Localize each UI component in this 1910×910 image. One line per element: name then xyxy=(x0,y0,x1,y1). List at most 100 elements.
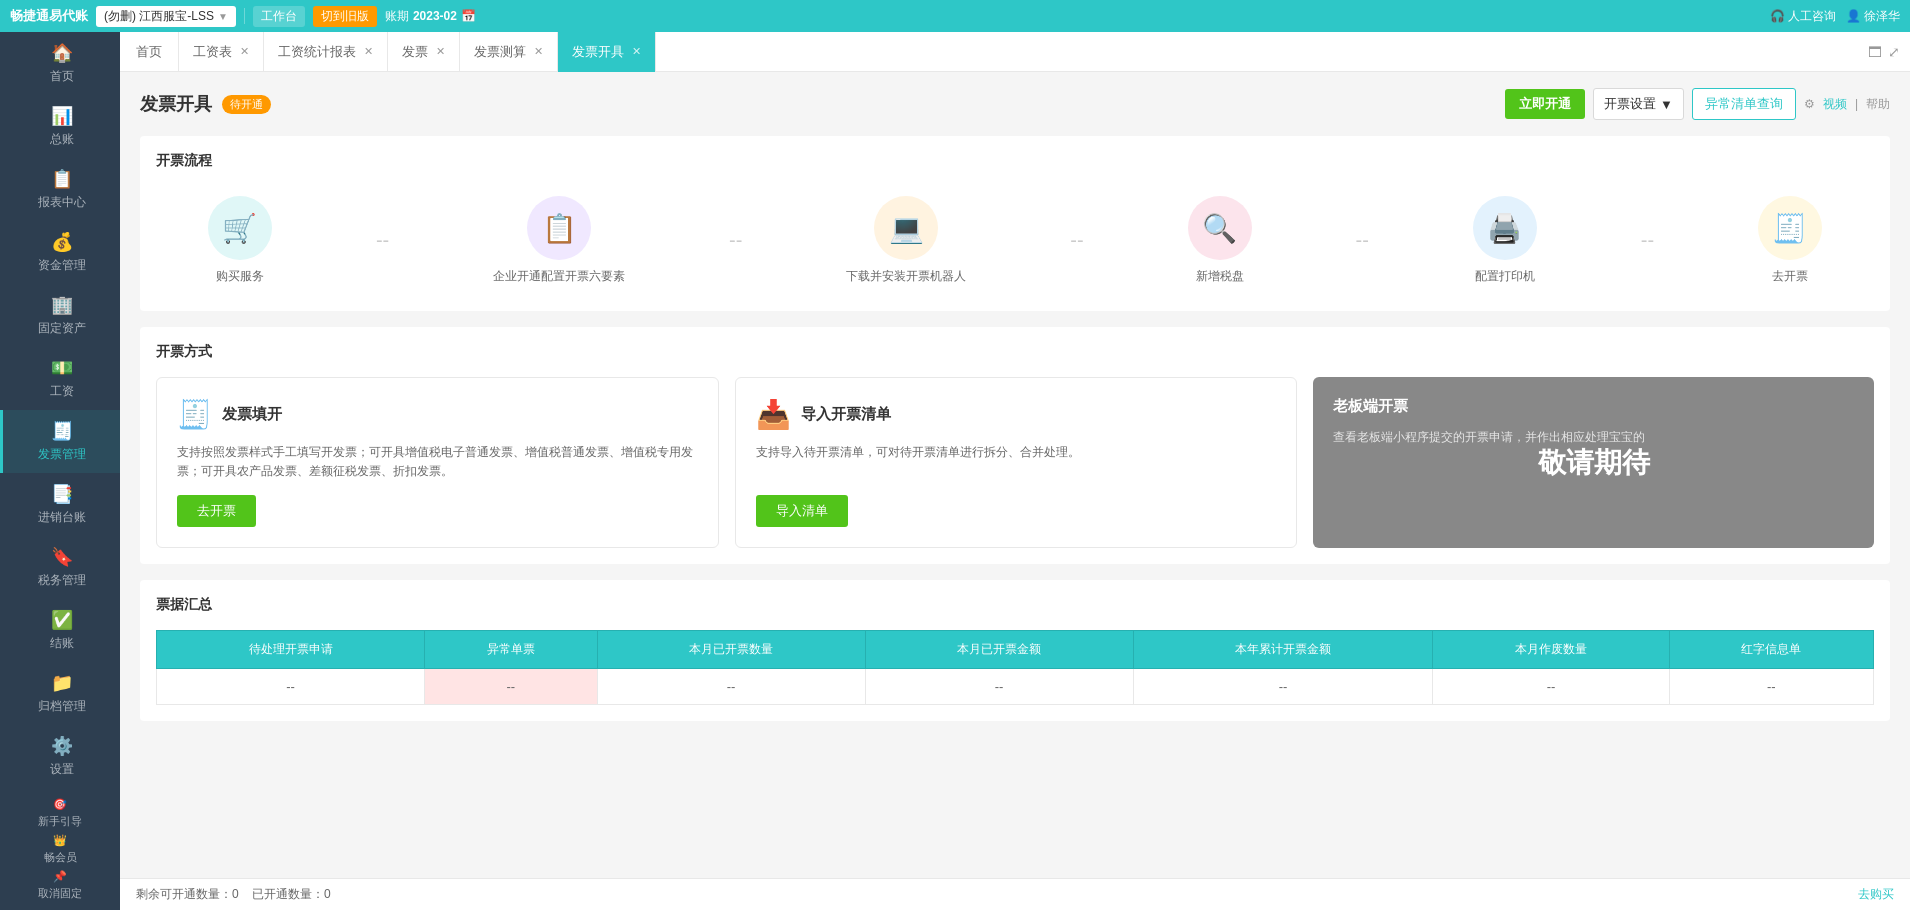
flow-step-2[interactable]: 📋 企业开通配置开票六要素 xyxy=(493,196,625,285)
step3-label: 下载并安装开票机器人 xyxy=(846,268,966,285)
pin-icon: 📌 xyxy=(53,870,67,883)
sidebar-item-invoice[interactable]: 🧾 发票管理 xyxy=(0,410,120,473)
step4-icon: 🔍 xyxy=(1188,196,1252,260)
fill-invoice-icon: 🧾 xyxy=(177,398,212,431)
content-area: 首页 工资表 ✕ 工资统计报表 ✕ 发票 ✕ 发票测算 ✕ 发票开具 ✕ xyxy=(120,32,1910,910)
remaining-quota: 剩余可开通数量：0 xyxy=(136,887,239,901)
ledger-icon: 📊 xyxy=(51,105,73,127)
tab-payroll-report[interactable]: 工资统计报表 ✕ xyxy=(264,32,388,72)
sidebar-item-home[interactable]: 🏠 首页 xyxy=(0,32,120,95)
tab-invoice-close[interactable]: ✕ xyxy=(436,45,445,58)
settings-button[interactable]: 开票设置 ▼ xyxy=(1593,88,1684,120)
fill-invoice-desc: 支持按照发票样式手工填写开发票；可开具增值税电子普通发票、增值税普通发票、增值税… xyxy=(177,443,698,481)
step2-icon: 📋 xyxy=(527,196,591,260)
open-now-button[interactable]: 立即开通 xyxy=(1505,89,1585,119)
reports-icon: 📋 xyxy=(51,168,73,190)
col-pending: 待处理开票申请 xyxy=(157,631,425,669)
settings-circle-icon: ⚙ xyxy=(1804,97,1815,111)
video-help-link[interactable]: 视频 xyxy=(1823,96,1847,113)
tab-invoice-issue-close[interactable]: ✕ xyxy=(632,45,641,58)
tab-invoice-calc-close[interactable]: ✕ xyxy=(534,45,543,58)
flow-step-5[interactable]: 🖨️ 配置打印机 xyxy=(1473,196,1537,285)
top-bar: 畅捷通易代账 (勿删) 江西服宝-LSS ▼ 工作台 切到旧版 账期 2023-… xyxy=(0,0,1910,32)
step2-label: 企业开通配置开票六要素 xyxy=(493,268,625,285)
go-issue-button[interactable]: 去开票 xyxy=(177,495,256,527)
main-layout: 🏠 首页 📊 总账 📋 报表中心 💰 资金管理 🏢 固定资产 💵 工资 🧾 发票… xyxy=(0,32,1910,910)
sidebar-item-fix[interactable]: 📌 取消固定 xyxy=(5,870,115,901)
flow-section: 开票流程 🛒 购买服务 -- 📋 企业开通配置开票六要素 -- xyxy=(140,136,1890,311)
help-link[interactable]: 帮助 xyxy=(1866,96,1890,113)
flow-step-4[interactable]: 🔍 新增税盘 xyxy=(1188,196,1252,285)
sidebar-label-archive: 归档管理 xyxy=(38,698,86,715)
workspace-button[interactable]: 工作台 xyxy=(253,6,305,27)
step1-label: 购买服务 xyxy=(216,268,264,285)
sidebar-item-closing[interactable]: ✅ 结账 xyxy=(0,599,120,662)
sidebar-label-assets: 固定资产 xyxy=(38,320,86,337)
sidebar-item-archive[interactable]: 📁 归档管理 xyxy=(0,662,120,725)
cell-void-qty: -- xyxy=(1433,669,1669,705)
sidebar-item-fixed-assets[interactable]: 🏢 固定资产 xyxy=(0,284,120,347)
flow-step-6[interactable]: 🧾 去开票 xyxy=(1758,196,1822,285)
flow-step-3[interactable]: 💻 下载并安装开票机器人 xyxy=(846,196,966,285)
cell-month-amount: -- xyxy=(865,669,1133,705)
sidebar-item-tax[interactable]: 🔖 税务管理 xyxy=(0,536,120,599)
cell-year-amount: -- xyxy=(1133,669,1433,705)
step4-label: 新增税盘 xyxy=(1196,268,1244,285)
settings-chevron-icon: ▼ xyxy=(1660,97,1673,112)
tab-bar: 首页 工资表 ✕ 工资统计报表 ✕ 发票 ✕ 发票测算 ✕ 发票开具 ✕ xyxy=(120,32,1910,72)
tab-invoice-issue-label: 发票开具 xyxy=(572,43,624,61)
payroll-icon: 💵 xyxy=(51,357,73,379)
brand-logo: 畅捷通易代账 xyxy=(10,7,88,25)
tab-invoice[interactable]: 发票 ✕ xyxy=(388,32,460,72)
tab-payroll-report-label: 工资统计报表 xyxy=(278,43,356,61)
method-card-boss-header: 老板端开票 xyxy=(1333,397,1854,416)
step5-icon: 🖨️ xyxy=(1473,196,1537,260)
sidebar-item-reports[interactable]: 📋 报表中心 xyxy=(0,158,120,221)
flow-arrow-3: -- xyxy=(1070,229,1083,252)
status-bar: 剩余可开通数量：0 已开通数量：0 去购买 xyxy=(120,878,1910,910)
cell-abnormal[interactable]: -- xyxy=(425,669,597,705)
buy-link[interactable]: 去购买 xyxy=(1858,886,1894,903)
sidebar-label-home: 首页 xyxy=(50,68,74,85)
method-card-fill-header: 🧾 发票填开 xyxy=(177,398,698,431)
avatar-icon: 👤 xyxy=(1846,9,1861,23)
tab-expand-icon[interactable]: ⤢ xyxy=(1888,44,1900,60)
top-bar-left: 畅捷通易代账 (勿删) 江西服宝-LSS ▼ 工作台 切到旧版 账期 2023-… xyxy=(10,6,476,27)
opened-quota: 已开通数量：0 xyxy=(252,887,331,901)
sidebar-item-ledger[interactable]: 📊 总账 xyxy=(0,95,120,158)
sidebar-item-guide[interactable]: 🎯 新手引导 xyxy=(5,798,115,829)
sidebar-item-funds[interactable]: 💰 资金管理 xyxy=(0,221,120,284)
summary-header-row: 待处理开票申请 异常单票 本月已开票数量 本月已开票金额 本年累计开票金额 本月… xyxy=(157,631,1874,669)
tab-payroll-report-close[interactable]: ✕ xyxy=(364,45,373,58)
tab-minimize-icon[interactable]: 🗖 xyxy=(1868,44,1882,60)
col-year-amount: 本年累计开票金额 xyxy=(1133,631,1433,669)
switch-old-button[interactable]: 切到旧版 xyxy=(313,6,377,27)
home-icon: 🏠 xyxy=(51,42,73,64)
sidebar-item-settings[interactable]: ⚙️ 设置 xyxy=(0,725,120,788)
abnormal-query-button[interactable]: 异常清单查询 xyxy=(1692,88,1796,120)
methods-title: 开票方式 xyxy=(156,343,1874,361)
tab-payroll[interactable]: 工资表 ✕ xyxy=(179,32,264,72)
company-selector[interactable]: (勿删) 江西服宝-LSS ▼ xyxy=(96,6,236,27)
sidebar-label-invoice: 发票管理 xyxy=(38,446,86,463)
summary-title: 票据汇总 xyxy=(156,596,1874,614)
cell-pending[interactable]: -- xyxy=(157,669,425,705)
flow-arrow-1: -- xyxy=(376,229,389,252)
tab-invoice-issue[interactable]: 发票开具 ✕ xyxy=(558,32,656,72)
calendar-icon[interactable]: 📅 xyxy=(461,9,476,23)
user-avatar[interactable]: 👤 徐泽华 xyxy=(1846,8,1900,25)
tab-invoice-calc[interactable]: 发票测算 ✕ xyxy=(460,32,558,72)
status-bar-left: 剩余可开通数量：0 已开通数量：0 xyxy=(136,886,331,903)
tab-payroll-close[interactable]: ✕ xyxy=(240,45,249,58)
flow-title: 开票流程 xyxy=(156,152,1874,170)
tab-home[interactable]: 首页 xyxy=(120,32,179,72)
cell-red-info: -- xyxy=(1669,669,1873,705)
sidebar-item-member[interactable]: 👑 畅会员 xyxy=(5,834,115,865)
customer-service[interactable]: 🎧 人工咨询 xyxy=(1770,8,1836,25)
import-list-button[interactable]: 导入清单 xyxy=(756,495,848,527)
flow-step-1[interactable]: 🛒 购买服务 xyxy=(208,196,272,285)
sidebar-item-purchase[interactable]: 📑 进销台账 xyxy=(0,473,120,536)
sidebar-item-payroll[interactable]: 💵 工资 xyxy=(0,347,120,410)
settings-btn-label: 开票设置 xyxy=(1604,95,1656,113)
method-card-import-header: 📥 导入开票清单 xyxy=(756,398,1277,431)
